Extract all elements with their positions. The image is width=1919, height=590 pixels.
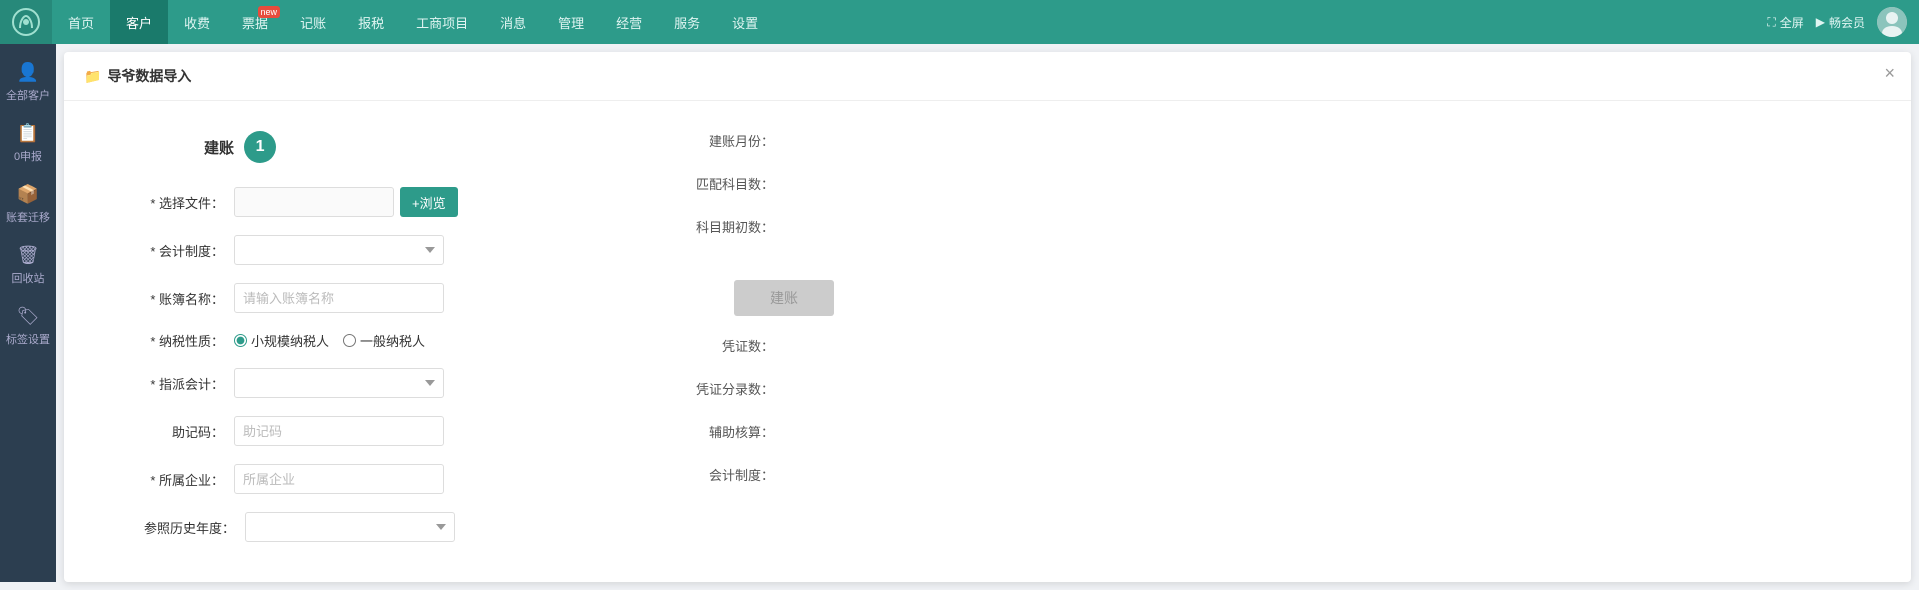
nav-operation[interactable]: 经营 — [600, 0, 658, 44]
info-aux-label: 辅助核算： — [694, 422, 784, 441]
radio-small-scale-input[interactable] — [234, 334, 247, 347]
step-circle: 1 — [244, 131, 276, 163]
info-aux-row: 辅助核算： — [694, 422, 1881, 441]
member-button[interactable]: ▶ 畅会员 — [1816, 14, 1865, 31]
dialog-body: 建账 1 * 选择文件： +浏览 * 会计制度： — [64, 101, 1911, 580]
memo-row: 助记码： — [144, 416, 634, 446]
info-voucher-records-label: 凭证分录数： — [694, 379, 784, 398]
build-button[interactable]: 建账 — [734, 280, 834, 316]
nav-settings[interactable]: 设置 — [716, 0, 774, 44]
import-dialog: 📁 导爷数据导入 × 建账 1 * 选择文件： +浏览 — [64, 52, 1911, 582]
close-button[interactable]: × — [1884, 64, 1895, 82]
form-section: 建账 1 * 选择文件： +浏览 * 会计制度： — [64, 131, 664, 560]
app-logo — [0, 0, 52, 44]
nav-service[interactable]: 服务 — [658, 0, 716, 44]
radio-small-scale[interactable]: 小规模纳税人 — [234, 331, 329, 350]
nav-message[interactable]: 消息 — [484, 0, 542, 44]
info-voucher-records-row: 凭证分录数： — [694, 379, 1881, 398]
nav-bookkeeping[interactable]: 记账 — [284, 0, 342, 44]
info-match-label: 匹配科目数： — [694, 174, 784, 193]
nav-right-actions: ⛶ 全屏 ▶ 畅会员 — [1767, 7, 1919, 37]
sidebar: 👤 全部客户 📋 0申报 📦 账套迁移 🗑 回收站 🏷 标签设置 — [0, 44, 56, 582]
company-label: * 所属企业： — [144, 470, 234, 489]
nav-customer[interactable]: 客户 — [110, 0, 168, 44]
nav-business[interactable]: 工商项目 — [400, 0, 484, 44]
dialog-header: 📁 导爷数据导入 — [64, 52, 1911, 101]
history-year-label: 参照历史年度： — [144, 518, 245, 537]
history-year-row: 参照历史年度： — [144, 512, 634, 542]
main-content: 📁 导爷数据导入 × 建账 1 * 选择文件： +浏览 — [56, 44, 1919, 590]
memo-input[interactable] — [234, 416, 444, 446]
company-row: * 所属企业： — [144, 464, 634, 494]
build-btn-wrapper: 建账 — [694, 270, 1881, 316]
import-icon: 📁 — [84, 68, 101, 85]
tax-type-radio-group: 小规模纳税人 一般纳税人 — [234, 331, 425, 350]
nav-manage[interactable]: 管理 — [542, 0, 600, 44]
declaration-icon: 📋 — [17, 123, 39, 144]
file-input[interactable] — [234, 187, 394, 217]
info-voucher-label: 凭证数： — [694, 336, 784, 355]
people-icon: 👤 — [17, 62, 39, 83]
info-match-row: 匹配科目数： — [694, 174, 1881, 193]
step-label: 建账 — [204, 137, 234, 158]
radio-general-input[interactable] — [343, 334, 356, 347]
sidebar-item-all-customers[interactable]: 👤 全部客户 — [0, 52, 56, 113]
step-indicator: 建账 1 — [144, 131, 634, 163]
trash-icon: 🗑 — [17, 245, 40, 266]
ledger-name-label: * 账簿名称： — [144, 289, 234, 308]
info-accounting-system-label: 会计制度： — [694, 465, 784, 484]
migration-icon: 📦 — [17, 184, 39, 205]
nav-invoice[interactable]: 票据 new — [226, 0, 284, 44]
company-input[interactable] — [234, 464, 444, 494]
ledger-name-input[interactable] — [234, 283, 444, 313]
tag-icon: 🏷 — [17, 306, 40, 327]
info-month-label: 建账月份： — [694, 131, 784, 150]
member-icon: ▶ — [1816, 15, 1825, 29]
nav-fee[interactable]: 收费 — [168, 0, 226, 44]
accounting-select[interactable] — [234, 235, 444, 265]
accounting-label: * 会计制度： — [144, 241, 234, 260]
user-avatar[interactable] — [1877, 7, 1907, 37]
sidebar-item-zero-declaration[interactable]: 📋 0申报 — [0, 113, 56, 174]
info-voucher-row: 凭证数： — [694, 336, 1881, 355]
accountant-row: * 指派会计： — [144, 368, 634, 398]
sidebar-item-account-migration[interactable]: 📦 账套迁移 — [0, 174, 56, 235]
fullscreen-button[interactable]: ⛶ 全屏 — [1767, 14, 1803, 31]
ledger-name-row: * 账簿名称： — [144, 283, 634, 313]
info-section: 建账月份： 匹配科目数： 科目期初数： 建账 凭证数： — [664, 131, 1911, 560]
info-initial-label: 科目期初数： — [694, 217, 784, 236]
radio-general[interactable]: 一般纳税人 — [343, 331, 425, 350]
history-year-select[interactable] — [245, 512, 455, 542]
nav-menu: 首页 客户 收费 票据 new 记账 报税 工商项目 消息 管理 经营 服务 设… — [52, 0, 1767, 44]
accountant-label: * 指派会计： — [144, 374, 234, 393]
info-initial-row: 科目期初数： — [694, 217, 1881, 236]
nav-tax[interactable]: 报税 — [342, 0, 400, 44]
info-accounting-system-row: 会计制度： — [694, 465, 1881, 484]
accounting-row: * 会计制度： — [144, 235, 634, 265]
file-input-group: +浏览 — [234, 187, 458, 217]
file-label: * 选择文件： — [144, 193, 234, 212]
accountant-select[interactable] — [234, 368, 444, 398]
fullscreen-icon: ⛶ — [1767, 15, 1775, 30]
sidebar-item-tag-settings[interactable]: 🏷 标签设置 — [0, 296, 56, 357]
top-navigation: 首页 客户 收费 票据 new 记账 报税 工商项目 消息 管理 经营 服务 设… — [0, 0, 1919, 44]
dialog-title: 导爷数据导入 — [107, 66, 191, 86]
tax-type-row: * 纳税性质： 小规模纳税人 一般纳税人 — [144, 331, 634, 350]
nav-invoice-badge: new — [258, 6, 281, 18]
browse-button[interactable]: +浏览 — [400, 187, 458, 217]
sidebar-item-recycle[interactable]: 🗑 回收站 — [0, 235, 56, 296]
tax-type-label: * 纳税性质： — [144, 331, 234, 350]
info-month-row: 建账月份： — [694, 131, 1881, 150]
file-select-row: * 选择文件： +浏览 — [144, 187, 634, 217]
nav-home[interactable]: 首页 — [52, 0, 110, 44]
memo-label: 助记码： — [144, 422, 234, 441]
